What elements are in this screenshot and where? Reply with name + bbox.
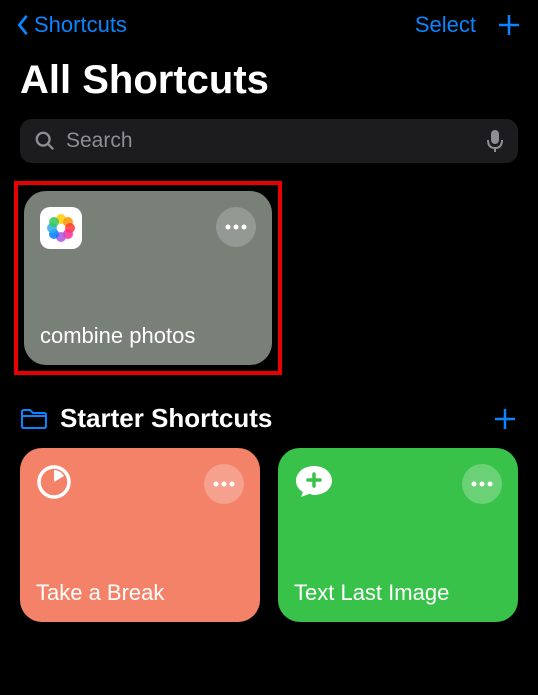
section-title: Starter Shortcuts bbox=[60, 403, 272, 434]
select-button[interactable]: Select bbox=[415, 12, 476, 38]
more-button[interactable] bbox=[462, 464, 502, 504]
search-icon bbox=[34, 130, 56, 152]
back-label: Shortcuts bbox=[34, 12, 127, 38]
shortcut-title: Take a Break bbox=[36, 580, 244, 606]
shortcut-card-text-last-image[interactable]: Text Last Image bbox=[278, 448, 518, 622]
more-button[interactable] bbox=[216, 207, 256, 247]
navigation-bar: Shortcuts Select bbox=[0, 0, 538, 46]
shortcut-title: Text Last Image bbox=[294, 580, 502, 606]
starter-shortcuts-row: Take a Break Text Last Image bbox=[0, 448, 538, 622]
shortcut-card-combine-photos[interactable]: combine photos bbox=[24, 191, 272, 365]
nav-actions: Select bbox=[415, 12, 522, 38]
photos-flower-icon bbox=[46, 213, 76, 243]
mic-icon[interactable] bbox=[486, 129, 504, 153]
plus-icon[interactable] bbox=[496, 12, 522, 38]
more-button[interactable] bbox=[204, 464, 244, 504]
ellipsis-icon bbox=[225, 224, 247, 230]
search-input[interactable] bbox=[66, 129, 476, 153]
page-title: All Shortcuts bbox=[0, 46, 538, 119]
highlight-annotation: combine photos bbox=[14, 181, 282, 375]
back-button[interactable]: Shortcuts bbox=[16, 12, 127, 38]
shortcut-title: combine photos bbox=[40, 323, 256, 349]
folder-icon bbox=[20, 407, 48, 431]
ellipsis-icon bbox=[471, 481, 493, 487]
section-header: Starter Shortcuts bbox=[0, 395, 538, 448]
search-bar[interactable] bbox=[20, 119, 518, 163]
message-plus-icon bbox=[294, 464, 334, 500]
timer-icon bbox=[36, 464, 72, 500]
photos-app-icon bbox=[40, 207, 82, 249]
add-shortcut-icon[interactable] bbox=[492, 406, 518, 432]
chevron-left-icon bbox=[16, 14, 30, 36]
shortcut-card-take-a-break[interactable]: Take a Break bbox=[20, 448, 260, 622]
ellipsis-icon bbox=[213, 481, 235, 487]
